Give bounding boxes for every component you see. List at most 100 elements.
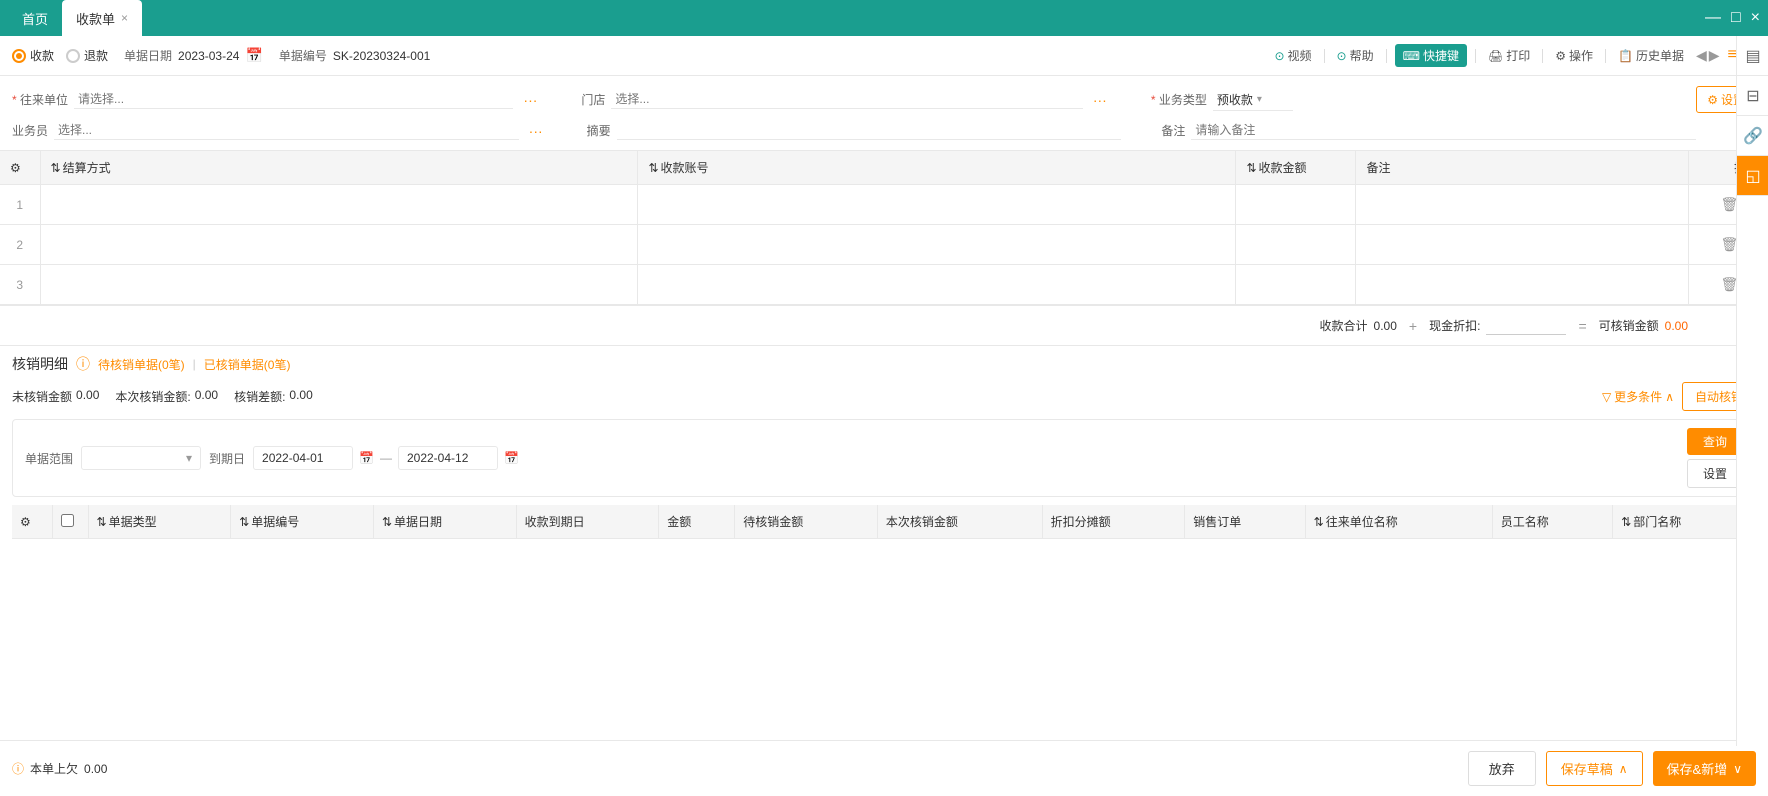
cell-payment-2[interactable] xyxy=(40,225,638,265)
cell-amount-3[interactable] xyxy=(1236,265,1356,305)
history-btn[interactable]: 📋 历史单据 xyxy=(1614,45,1688,66)
shop-more-btn[interactable]: ··· xyxy=(1089,92,1111,108)
tab-current[interactable]: 收款单 × xyxy=(62,0,142,36)
cell-amount-2[interactable] xyxy=(1236,225,1356,265)
save-new-btn[interactable]: 保存&新增 ∨ xyxy=(1653,751,1756,786)
date-value: 2023-03-24 xyxy=(178,49,239,63)
business-type-select[interactable]: 预收款 ▾ xyxy=(1213,89,1293,111)
sort-dept[interactable]: ⇅ 部门名称 xyxy=(1621,513,1681,530)
cell-account-3[interactable] xyxy=(638,265,1236,305)
date-to-calendar-icon[interactable]: 📅 xyxy=(504,451,519,465)
cell-payment-3[interactable] xyxy=(40,265,638,305)
nav-right-icon[interactable]: ▶ xyxy=(1709,47,1720,64)
help-btn[interactable]: ⊙ 帮助 xyxy=(1333,45,1378,66)
bottom-col-doc-type: ⇅ 单据类型 xyxy=(88,505,231,539)
cell-note-2[interactable] xyxy=(1356,225,1688,265)
abandon-btn[interactable]: 放弃 xyxy=(1468,751,1536,786)
note-input[interactable] xyxy=(1191,121,1696,140)
tab-bar-right: — □ × xyxy=(1705,9,1760,27)
filter-form: 单据范围 ▾ 到期日 📅 — 📅 查询 设置 xyxy=(12,419,1756,497)
cell-account-1[interactable] xyxy=(638,185,1236,225)
sort-doc-no[interactable]: ⇅ 单据编号 xyxy=(239,513,299,530)
save-draft-btn[interactable]: 保存草稿 ∧ xyxy=(1546,751,1643,786)
shop-label: 门店 xyxy=(581,91,605,108)
sort-amount[interactable]: ⇅ 收款金额 xyxy=(1246,159,1306,176)
sort-payment[interactable]: ⇅ 结算方式 xyxy=(51,159,111,176)
counterpart-input[interactable] xyxy=(74,90,513,109)
note-field: 备注 xyxy=(1161,121,1696,140)
bottom-col-dept: ⇅ 部门名称 xyxy=(1613,505,1756,539)
radio-receive[interactable]: 收款 xyxy=(12,47,54,64)
video-btn[interactable]: ⊙ 视频 xyxy=(1270,45,1315,66)
video-circle-icon: ⊙ xyxy=(1274,49,1284,63)
cell-note-3[interactable] xyxy=(1356,265,1688,305)
staff-field: 业务员 ··· xyxy=(12,121,547,140)
sort-account[interactable]: ⇅ 收款账号 xyxy=(648,159,708,176)
nav-left-icon[interactable]: ◀ xyxy=(1696,47,1707,64)
sort-icon: ⇅ xyxy=(51,161,61,175)
filter-settings-btn[interactable]: 设置 xyxy=(1687,459,1743,488)
info-icon[interactable]: ⓘ xyxy=(76,354,90,374)
operation-btn[interactable]: ⚙ 操作 xyxy=(1551,45,1597,66)
print-icon: 🖨 xyxy=(1488,49,1503,63)
radio-receive-label: 收款 xyxy=(30,47,54,64)
tab-close-icon[interactable]: × xyxy=(121,11,128,25)
print-btn[interactable]: 🖨 打印 xyxy=(1484,45,1534,66)
shortcut-btn[interactable]: ⌨ 快捷键 xyxy=(1395,44,1467,67)
cell-amount-1[interactable] xyxy=(1236,185,1356,225)
shop-field: 门店 ··· xyxy=(581,90,1110,109)
sort-doc-date[interactable]: ⇅ 单据日期 xyxy=(382,513,442,530)
shop-input[interactable] xyxy=(611,90,1082,109)
help-circle-icon: ⊙ xyxy=(1337,49,1347,63)
staff-input[interactable] xyxy=(54,121,519,140)
operation-icon: ⚙ xyxy=(1555,49,1566,63)
unverified-label: 未核销金额 xyxy=(12,388,72,405)
summary-input[interactable] xyxy=(617,121,1122,140)
bottom-col-checkbox xyxy=(52,505,88,539)
date-from-calendar-icon[interactable]: 📅 xyxy=(359,451,374,465)
total-item: 收款合计 0.00 xyxy=(1320,317,1397,334)
sidebar-list-icon[interactable]: ⊟ xyxy=(1737,76,1768,116)
sidebar-link-icon[interactable]: 🔗 xyxy=(1737,116,1768,156)
bottom-col-settings[interactable]: ⚙ xyxy=(12,505,52,539)
range-select[interactable]: ▾ xyxy=(81,446,201,470)
print-label: 打印 xyxy=(1506,47,1530,64)
verify-item: 可核销金额 0.00 xyxy=(1599,317,1688,334)
row-num-2: 2 xyxy=(0,225,40,265)
sidebar-expand-icon[interactable]: ◱ xyxy=(1737,156,1768,196)
sort-doc-type[interactable]: ⇅ 单据类型 xyxy=(97,513,157,530)
business-type-field: 业务类型 预收款 ▾ xyxy=(1151,89,1680,111)
row-num-1: 1 xyxy=(0,185,40,225)
more-conditions-btn[interactable]: ▽ 更多条件 ∧ xyxy=(1602,388,1674,405)
sidebar-table-icon[interactable]: ▤ xyxy=(1737,36,1768,76)
close-icon[interactable]: × xyxy=(1751,9,1760,27)
cell-payment-1[interactable] xyxy=(40,185,638,225)
counterpart-more-btn[interactable]: ··· xyxy=(519,92,541,108)
staff-more-btn[interactable]: ··· xyxy=(525,123,547,139)
date-to-input[interactable] xyxy=(398,446,498,470)
filter-date-range: 📅 — 📅 xyxy=(253,446,519,470)
cell-note-1[interactable] xyxy=(1356,185,1688,225)
query-btn[interactable]: 查询 xyxy=(1687,428,1743,455)
save-new-label: 保存&新增 xyxy=(1667,759,1728,778)
col-note: 备注 xyxy=(1356,151,1688,185)
col-settings[interactable]: ⚙ xyxy=(0,151,40,185)
done-tab[interactable]: 已核销单据(0笔) xyxy=(204,356,291,373)
minimize-icon[interactable]: — xyxy=(1705,9,1721,27)
cell-account-2[interactable] xyxy=(638,225,1236,265)
business-type-value: 预收款 xyxy=(1217,91,1253,108)
sort-icon2: ⇅ xyxy=(648,161,658,175)
save-draft-arrow-icon: ∧ xyxy=(1619,762,1628,776)
tab-home[interactable]: 首页 xyxy=(8,0,62,36)
radio-refund[interactable]: 退款 xyxy=(66,47,108,64)
pending-tab[interactable]: 待核销单据(0笔) xyxy=(98,356,185,373)
select-all-checkbox[interactable] xyxy=(61,514,74,527)
discount-input[interactable] xyxy=(1486,316,1566,335)
footer-info-icon[interactable]: ⓘ xyxy=(12,760,24,777)
date-from-input[interactable] xyxy=(253,446,353,470)
maximize-icon[interactable]: □ xyxy=(1731,9,1741,27)
sort-counterpart[interactable]: ⇅ 往来单位名称 xyxy=(1314,513,1398,530)
calendar-icon[interactable]: 📅 xyxy=(245,47,262,64)
counterpart-field: 往来单位 ··· xyxy=(12,90,541,109)
current-value: 0.00 xyxy=(195,388,218,405)
